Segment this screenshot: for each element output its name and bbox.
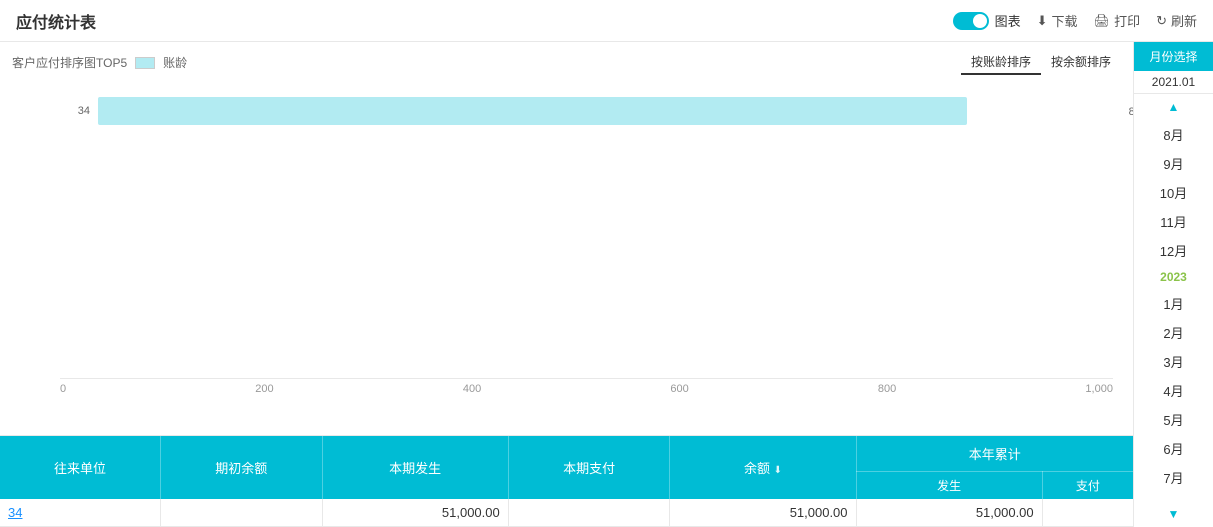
- col-ytd: 本年累计: [856, 436, 1133, 472]
- refresh-button[interactable]: ↻ 刷新: [1156, 11, 1197, 30]
- refresh-label: 刷新: [1171, 11, 1197, 30]
- chart-row-label: 34: [60, 105, 90, 117]
- sidebar-month-1[interactable]: 1月: [1134, 289, 1213, 318]
- sidebar-month-12[interactable]: 12月: [1134, 236, 1213, 265]
- chart-legend-title: 客户应付排序图TOP5: [12, 54, 127, 71]
- sidebar-up-button[interactable]: [1134, 94, 1213, 120]
- sidebar-current-value: 2021.01: [1134, 71, 1213, 94]
- col-opening: 期初余额: [160, 436, 322, 499]
- sort-tabs: 按账龄排序 按余额排序: [961, 50, 1121, 75]
- sub-col-occurrence: 发生: [856, 472, 1042, 500]
- sub-col-payment: 支付: [1042, 472, 1133, 500]
- print-button[interactable]: 🖨 打印: [1094, 11, 1141, 30]
- download-button[interactable]: ⬇ 下载: [1037, 11, 1078, 30]
- x-axis-0: 0: [60, 383, 66, 395]
- page-title: 应付统计表: [16, 9, 96, 33]
- cell-opening: [160, 499, 322, 527]
- col-occurrence: 本期发生: [322, 436, 508, 499]
- sidebar-month-11[interactable]: 11月: [1134, 207, 1213, 236]
- chevron-up-icon: [1168, 98, 1180, 116]
- chart-legend: 客户应付排序图TOP5 账龄: [12, 54, 187, 71]
- data-table: 往来单位 期初余额 本期发生 本期支付 余额 ⬇ 本年累计 发生: [0, 436, 1133, 527]
- sidebar-month-8[interactable]: 8月: [1134, 120, 1213, 149]
- col-unit: 往来单位: [0, 436, 160, 499]
- cell-balance: 51,000.00: [670, 499, 856, 527]
- sort-tab-balance[interactable]: 按余额排序: [1041, 50, 1121, 75]
- bar-chart: 34 856天 0 200 400 600 800 1,000: [0, 83, 1133, 435]
- chart-bar-wrap: 856天: [98, 97, 1113, 125]
- print-label: 打印: [1114, 11, 1140, 30]
- legend-box: [135, 57, 155, 69]
- cell-payment: [508, 499, 670, 527]
- x-axis: 0 200 400 600 800 1,000: [60, 378, 1113, 395]
- sidebar-month-2[interactable]: 2月: [1134, 318, 1213, 347]
- chart-bar-value: 856天: [1129, 103, 1133, 119]
- sidebar-month-4[interactable]: 4月: [1134, 376, 1213, 405]
- chart-toggle[interactable]: [953, 12, 989, 30]
- download-icon: ⬇: [1037, 13, 1048, 29]
- x-axis-1000: 1,000: [1085, 383, 1113, 395]
- sidebar-month-6[interactable]: 6月: [1134, 434, 1213, 463]
- chevron-down-icon: [1168, 505, 1180, 523]
- sidebar-month-10[interactable]: 10月: [1134, 178, 1213, 207]
- print-icon: 🖨: [1094, 13, 1111, 29]
- x-axis-600: 600: [670, 383, 688, 395]
- sidebar-month-5[interactable]: 5月: [1134, 405, 1213, 434]
- x-axis-400: 400: [463, 383, 481, 395]
- cell-unit[interactable]: 34: [0, 499, 160, 527]
- table-wrap: 往来单位 期初余额 本期发生 本期支付 余额 ⬇ 本年累计 发生: [0, 435, 1133, 527]
- chart-row: 34 856天: [60, 97, 1113, 125]
- refresh-icon: ↻: [1156, 13, 1167, 29]
- cell-occurrence: 51,000.00: [322, 499, 508, 527]
- sidebar-month-9[interactable]: 9月: [1134, 149, 1213, 178]
- col-payment: 本期支付: [508, 436, 670, 499]
- cell-ytd-occurrence: 51,000.00: [856, 499, 1042, 527]
- sort-tab-age[interactable]: 按账龄排序: [961, 50, 1041, 75]
- table-header-row: 往来单位 期初余额 本期发生 本期支付 余额 ⬇ 本年累计: [0, 436, 1133, 472]
- chart-toggle-wrap[interactable]: 图表: [953, 11, 1021, 30]
- header-actions: 图表 ⬇ 下载 🖨 打印 ↻ 刷新: [953, 11, 1197, 30]
- cell-ytd-payment: [1042, 499, 1133, 527]
- chart-legend-box-label: 账龄: [163, 54, 187, 71]
- download-label: 下载: [1052, 11, 1078, 30]
- chart-header: 客户应付排序图TOP5 账龄 按账龄排序 按余额排序: [0, 42, 1133, 83]
- sidebar-year-2023: 2023: [1134, 265, 1213, 289]
- sidebar-months: 8月 9月 10月 11月 12月 2023 1月 2月 3月 4月 5月 6月…: [1134, 120, 1213, 501]
- x-axis-800: 800: [878, 383, 896, 395]
- table-row: 34 51,000.00 51,000.00 51,000.00: [0, 499, 1133, 527]
- chart-bar: [98, 97, 967, 125]
- sidebar-down-button[interactable]: [1134, 501, 1213, 527]
- chart-toggle-label: 图表: [995, 11, 1021, 30]
- x-axis-200: 200: [255, 383, 273, 395]
- col-balance: 余额 ⬇: [670, 436, 856, 499]
- sidebar-header: 月份选择: [1134, 42, 1213, 71]
- sidebar: 月份选择 2021.01 8月 9月 10月 11月 12月 2023 1月 2…: [1133, 42, 1213, 527]
- sidebar-month-7[interactable]: 7月: [1134, 463, 1213, 492]
- sidebar-month-3[interactable]: 3月: [1134, 347, 1213, 376]
